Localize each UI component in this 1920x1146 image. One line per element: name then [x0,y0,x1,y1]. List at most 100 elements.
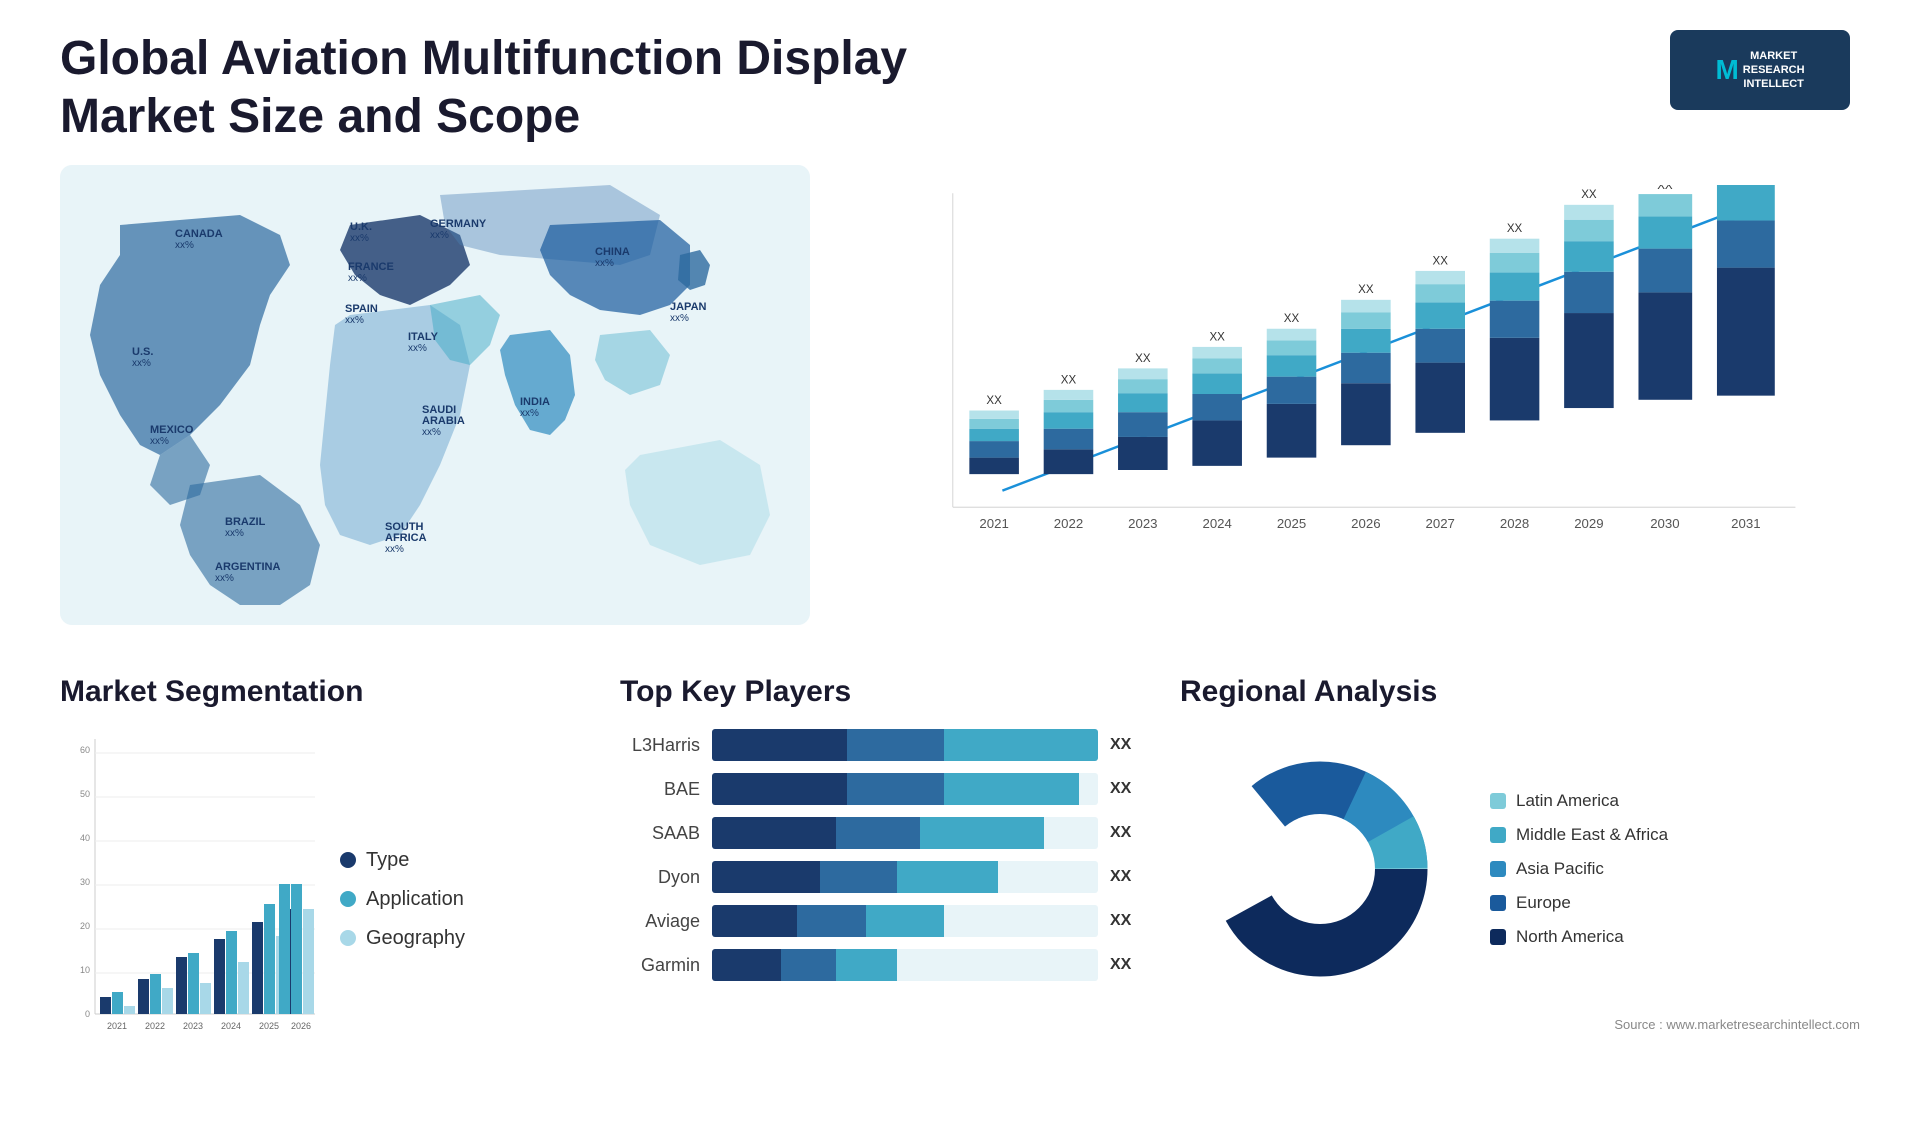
china-label: CHINA [595,246,630,258]
bar-2031: XX 2031 [1717,185,1775,531]
india-value: xx% [520,408,539,419]
legend-dot-geography [340,930,356,946]
bar-2026: XX 2026 [1341,284,1391,531]
svg-text:2024: 2024 [1202,516,1231,531]
reg-legend-north-america: North America [1490,927,1668,947]
segmentation-title: Market Segmentation [60,675,580,709]
svg-text:2021: 2021 [107,1021,127,1031]
growth-bar-chart: XX 2021 XX 2022 [910,185,1830,565]
donut-chart-wrap [1180,729,1460,1009]
header: Global Aviation Multifunction Display Ma… [60,30,1860,145]
player-row-l3harris: L3Harris XX [620,729,1140,761]
bar-2029: XX 2029 [1564,189,1614,531]
world-map-svg: CANADA xx% U.S. xx% MEXICO xx% BRAZIL xx… [60,165,810,625]
germany-label: GERMANY [430,218,487,230]
svg-text:XX: XX [1284,313,1300,325]
brazil-value: xx% [225,528,244,539]
logo-box: M MARKET RESEARCH INTELLECT [1670,30,1850,110]
logo-area: M MARKET RESEARCH INTELLECT [1660,30,1860,110]
svg-text:0: 0 [85,1009,90,1019]
reg-legend-asia-pacific: Asia Pacific [1490,859,1668,879]
player-bar-saab [712,817,1098,849]
svg-text:2021: 2021 [979,516,1008,531]
player-row-dyon: Dyon XX [620,861,1140,893]
svg-text:2022: 2022 [1054,516,1083,531]
reg-label-middle-east: Middle East & Africa [1516,825,1668,845]
svg-text:2030: 2030 [1650,516,1679,531]
segmentation-legend: Type Application Geography [340,729,465,1069]
svg-text:XX: XX [1061,374,1077,386]
legend-dot-type [340,852,356,868]
player-value-bae: XX [1110,780,1140,798]
bar-chart-container: XX 2021 XX 2022 [850,165,1860,625]
segmentation-chart-area: 0 10 20 30 40 50 60 [60,729,320,1069]
reg-legend-middle-east: Middle East & Africa [1490,825,1668,845]
svg-text:XX: XX [1581,189,1597,201]
svg-text:XX: XX [1209,331,1225,343]
segmentation-content: 0 10 20 30 40 50 60 [60,729,580,1069]
regional-title: Regional Analysis [1180,675,1860,709]
player-row-saab: SAAB XX [620,817,1140,849]
reg-legend-latin-america: Latin America [1490,791,1668,811]
player-value-dyon: XX [1110,868,1140,886]
player-row-bae: BAE XX [620,773,1140,805]
bottom-section: Market Segmentation 0 10 20 30 40 50 [60,665,1860,1085]
svg-text:2022: 2022 [145,1021,165,1031]
logo-text-block: MARKET RESEARCH INTELLECT [1743,49,1805,92]
svg-text:XX: XX [1433,255,1449,267]
logo-letter: M [1715,54,1738,86]
japan-value: xx% [670,313,689,324]
player-bar-garmin [712,949,1098,981]
spain-value: xx% [345,315,364,326]
bar-2021: XX 2021 [969,395,1019,531]
player-name-dyon: Dyon [620,867,700,888]
argentina-label: ARGENTINA [215,561,280,573]
player-name-aviage: Aviage [620,911,700,932]
legend-type: Type [340,849,465,872]
regional-panel: Regional Analysis [1180,665,1860,1085]
players-list: L3Harris XX BAE [620,729,1140,981]
svg-text:XX: XX [1358,284,1374,296]
india-label: INDIA [520,396,550,408]
mexico-value: xx% [150,436,169,447]
bar-2024: XX 2024 [1192,331,1242,531]
svg-text:60: 60 [80,745,90,755]
reg-label-north-america: North America [1516,927,1624,947]
reg-label-asia-pacific: Asia Pacific [1516,859,1604,879]
svg-text:10: 10 [80,965,90,975]
svg-text:40: 40 [80,833,90,843]
svg-text:XX: XX [1507,223,1523,235]
top-section: CANADA xx% U.S. xx% MEXICO xx% BRAZIL xx… [60,165,1860,625]
reg-legend-europe: Europe [1490,893,1668,913]
svg-text:20: 20 [80,921,90,931]
players-title: Top Key Players [620,675,1140,709]
reg-label-latin-america: Latin America [1516,791,1619,811]
source-text: Source : www.marketresearchintellect.com [1180,1017,1860,1032]
logo-line1: MARKET [1743,49,1805,63]
france-value: xx% [348,273,367,284]
spain-label: SPAIN [345,303,378,315]
france-label: FRANCE [348,261,394,273]
brazil-label: BRAZIL [225,516,266,528]
player-value-l3harris: XX [1110,736,1140,754]
svg-text:2026: 2026 [291,1021,311,1031]
legend-geography: Geography [340,927,465,950]
logo-line3: INTELLECT [1743,77,1805,91]
player-value-aviage: XX [1110,912,1140,930]
legend-application: Application [340,888,465,911]
player-bar-bae [712,773,1098,805]
canada-value: xx% [175,240,194,251]
legend-dot-application [340,891,356,907]
svg-text:2027: 2027 [1426,516,1455,531]
player-value-saab: XX [1110,824,1140,842]
mexico-label: MEXICO [150,424,194,436]
bar-2028: XX 2028 [1490,223,1540,531]
reg-dot-latin-america [1490,793,1506,809]
saudi-label2: ARABIA [422,415,465,427]
reg-dot-north-america [1490,929,1506,945]
segmentation-svg: 0 10 20 30 40 50 60 [60,729,320,1069]
regional-legend: Latin America Middle East & Africa Asia … [1490,791,1668,947]
bar-2023: XX 2023 [1118,353,1168,531]
svg-text:2025: 2025 [259,1021,279,1031]
page-container: Global Aviation Multifunction Display Ma… [0,0,1920,1146]
